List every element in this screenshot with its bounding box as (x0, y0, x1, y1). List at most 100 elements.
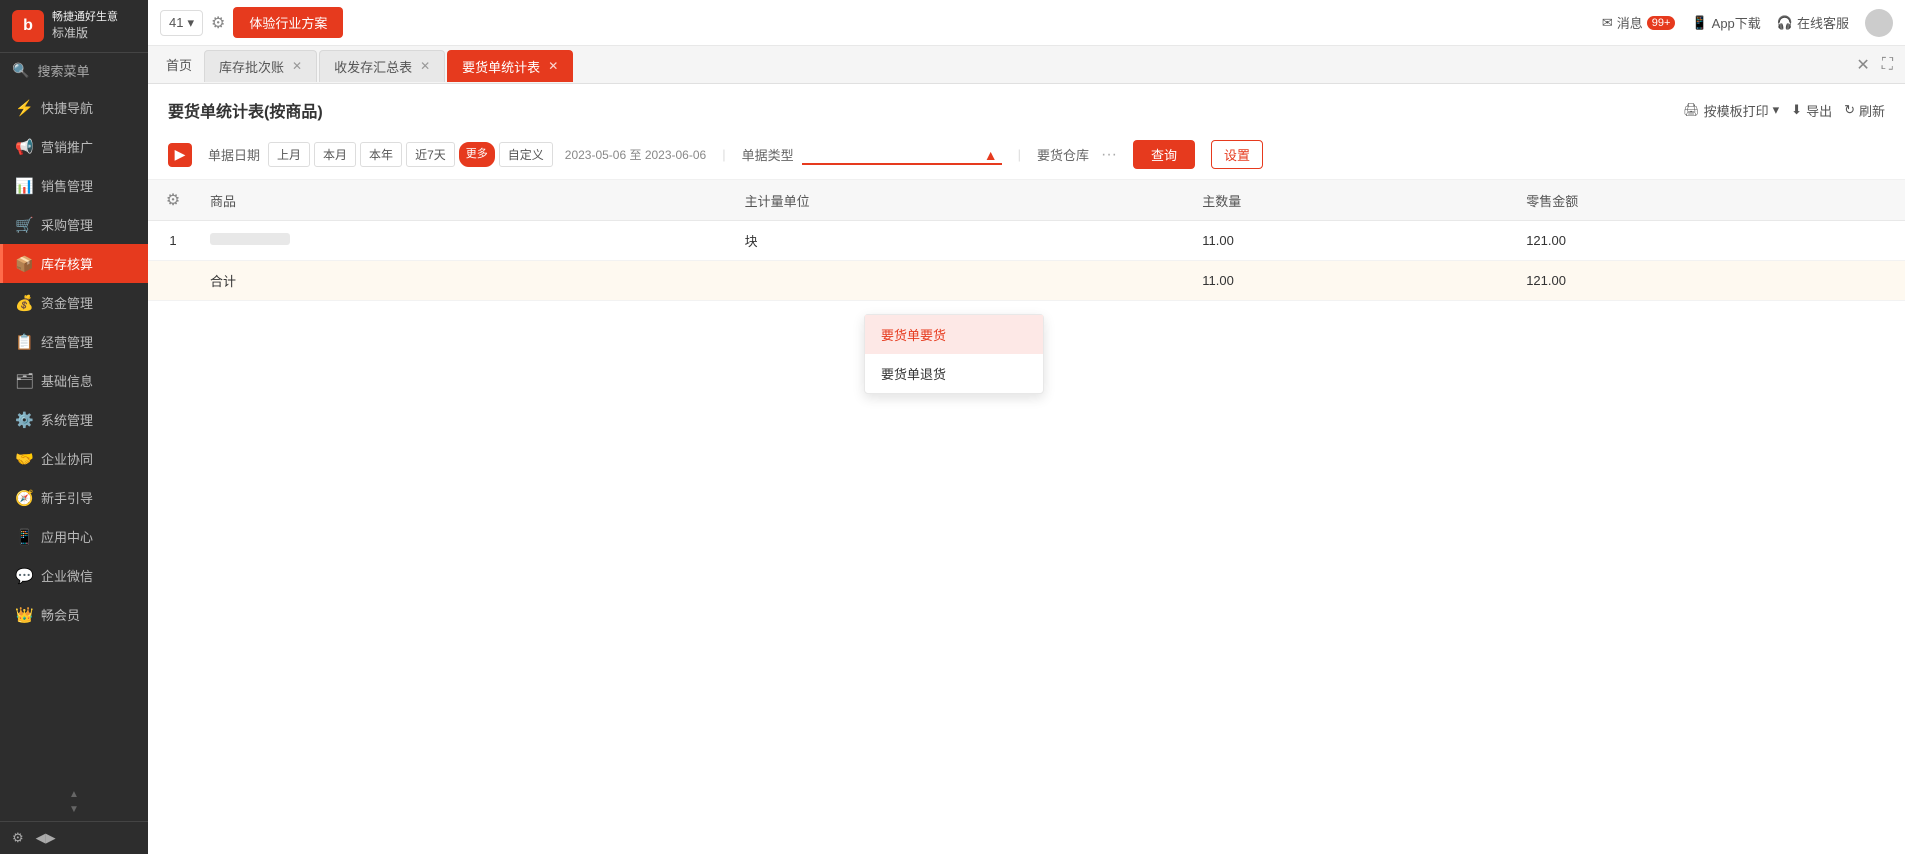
sidebar-item-operation[interactable]: 📋 经营管理 (0, 322, 148, 361)
scroll-up-arrow[interactable]: ▲ (69, 787, 79, 802)
settings-gear-icon[interactable]: ⚙ (211, 13, 225, 33)
collapse-sidebar-btn[interactable]: ◀▶ (36, 830, 56, 846)
dropdown-item-order-return[interactable]: 要货单退货 (865, 354, 1043, 393)
sidebar-item-marketing[interactable]: 📢 营销推广 (0, 127, 148, 166)
sidebar-item-appstore[interactable]: 📱 应用中心 (0, 517, 148, 556)
total-label: 合计 (198, 261, 733, 301)
date-btn-last-month[interactable]: 上月 (268, 142, 310, 167)
trial-button[interactable]: 体验行业方案 (233, 7, 343, 38)
search-icon: 🔍 (12, 62, 29, 79)
sidebar-item-basic[interactable]: 🗂 基础信息 (0, 361, 148, 400)
headset-icon: 🎧 (1777, 15, 1793, 31)
type-filter-label: 单据类型 (742, 145, 794, 164)
print-chevron-icon: ▾ (1773, 102, 1780, 118)
row-unit: 块 (733, 221, 1191, 261)
date-range-display: 2023-05-06 至 2023-06-06 (565, 146, 706, 163)
tab-maximize-btn[interactable]: ⛶ (1878, 54, 1897, 76)
date-btn-more[interactable]: 更多 (459, 142, 495, 167)
refresh-btn[interactable]: ↻ 刷新 (1844, 101, 1885, 120)
filter-settings-button[interactable]: 设置 (1211, 140, 1263, 169)
wechat-icon: 💬 (15, 567, 33, 585)
basic-icon: 🗂 (15, 372, 33, 390)
message-btn[interactable]: ✉ 消息 99+ (1602, 13, 1676, 32)
type-filter-input[interactable] (802, 144, 1002, 165)
sidebar-bottom: ⚙ ◀▶ (0, 821, 148, 854)
tabs-controls: ✕ ⛶ (1852, 53, 1897, 77)
topbar: 41 ▾ ⚙ 体验行业方案 ✉ 消息 99+ 📱 App下载 🎧 在线客服 (148, 0, 1905, 46)
marketing-icon: 📢 (15, 138, 33, 156)
message-icon: ✉ (1602, 15, 1613, 31)
user-avatar[interactable] (1865, 9, 1893, 37)
date-btn-this-month[interactable]: 本月 (314, 142, 356, 167)
tab-close-receive-summary[interactable]: ✕ (420, 59, 430, 73)
sidebar-item-quick-nav[interactable]: ⚡ 快捷导航 (0, 88, 148, 127)
total-quantity: 11.00 (1190, 261, 1514, 301)
dropdown-item-order-purchase[interactable]: 要货单要货 (865, 315, 1043, 354)
table-settings-icon[interactable]: ⚙ (166, 192, 180, 209)
print-btn[interactable]: 🖨 按模板打印 ▾ (1683, 101, 1779, 120)
scroll-down-arrow[interactable]: ▼ (69, 802, 79, 817)
content-area: 要货单统计表(按商品) 🖨 按模板打印 ▾ ⬇ 导出 ↻ 刷新 (148, 84, 1905, 854)
row-quantity: 11.00 (1190, 221, 1514, 261)
sidebar-item-inventory[interactable]: 📦 库存核算 (0, 244, 148, 283)
query-button[interactable]: 查询 (1133, 140, 1195, 169)
sidebar-item-sales[interactable]: 📊 销售管理 (0, 166, 148, 205)
sidebar-item-wechat[interactable]: 💬 企业微信 (0, 556, 148, 595)
system-icon: ⚙️ (15, 411, 33, 429)
inventory-icon: 📦 (15, 255, 33, 273)
export-icon: ⬇ (1791, 102, 1802, 118)
th-quantity: 主数量 (1190, 180, 1514, 221)
topbar-right: ✉ 消息 99+ 📱 App下载 🎧 在线客服 (1602, 9, 1893, 37)
sidebar-scroll-indicator: ▲ ▼ (0, 783, 148, 821)
sales-icon: 📊 (15, 177, 33, 195)
logo-text: 畅捷通好生意 标准版 (52, 10, 118, 42)
row-product (198, 221, 733, 261)
filter-divider-1: | (722, 147, 725, 162)
type-filter-arrow-up-icon[interactable]: ▲ (984, 147, 998, 163)
row-index: 1 (148, 221, 198, 261)
chevron-down-icon: ▾ (187, 15, 194, 31)
total-empty-1 (148, 261, 198, 301)
date-btn-7days[interactable]: 近7天 (406, 142, 455, 167)
filter-divider-2: | (1018, 147, 1021, 162)
sidebar: b 畅捷通好生意 标准版 🔍 搜索菜单 ⚡ 快捷导航 📢 营销推广 📊 销售管理… (0, 0, 148, 854)
tab-close-all-btn[interactable]: ✕ (1852, 53, 1873, 77)
date-filter-label: 单据日期 (208, 145, 260, 164)
th-product: 商品 (198, 180, 733, 221)
tab-home[interactable]: 首页 (156, 49, 202, 80)
sidebar-item-finance[interactable]: 💰 资金管理 (0, 283, 148, 322)
sidebar-search[interactable]: 🔍 搜索菜单 (0, 53, 148, 88)
sidebar-item-member[interactable]: 👑 畅会员 (0, 595, 148, 634)
main-area: 41 ▾ ⚙ 体验行业方案 ✉ 消息 99+ 📱 App下载 🎧 在线客服 (148, 0, 1905, 854)
th-amount: 零售金额 (1514, 180, 1905, 221)
app-download-btn[interactable]: 📱 App下载 (1691, 13, 1760, 32)
company-selector[interactable]: 41 ▾ (160, 10, 203, 36)
date-btn-this-year[interactable]: 本年 (360, 142, 402, 167)
sidebar-item-collab[interactable]: 🤝 企业协同 (0, 439, 148, 478)
sidebar-nav: ⚡ 快捷导航 📢 营销推广 📊 销售管理 🛒 采购管理 📦 库存核算 💰 资金管… (0, 88, 148, 783)
tab-close-inventory-batch[interactable]: ✕ (292, 59, 302, 73)
page-header: 要货单统计表(按商品) 🖨 按模板打印 ▾ ⬇ 导出 ↻ 刷新 (148, 84, 1905, 130)
warehouse-filter-label: 要货仓库 (1037, 145, 1089, 164)
settings-bottom-btn[interactable]: ⚙ (12, 830, 24, 846)
online-service-btn[interactable]: 🎧 在线客服 (1777, 13, 1849, 32)
expand-filter-btn[interactable]: ▶ (168, 143, 192, 167)
guide-icon: 🧭 (15, 489, 33, 507)
warehouse-more-icon[interactable]: ··· (1101, 146, 1117, 164)
tab-close-order-stats[interactable]: ✕ (548, 59, 558, 73)
product-placeholder (210, 233, 290, 245)
sidebar-item-guide[interactable]: 🧭 新手引导 (0, 478, 148, 517)
tab-receive-summary[interactable]: 收发存汇总表 ✕ (319, 50, 445, 82)
total-empty-2 (733, 261, 1191, 301)
content-inner: 要货单统计表(按商品) 🖨 按模板打印 ▾ ⬇ 导出 ↻ 刷新 (148, 84, 1905, 301)
sidebar-item-system[interactable]: ⚙️ 系统管理 (0, 400, 148, 439)
message-badge: 99+ (1647, 16, 1676, 30)
export-btn[interactable]: ⬇ 导出 (1791, 101, 1832, 120)
table-header: ⚙ 商品 主计量单位 主数量 零售金额 (148, 180, 1905, 221)
tab-order-stats[interactable]: 要货单统计表 ✕ (447, 50, 573, 82)
sidebar-item-purchase[interactable]: 🛒 采购管理 (0, 205, 148, 244)
table-footer: 合计 11.00 121.00 (148, 261, 1905, 301)
tab-inventory-batch[interactable]: 库存批次账 ✕ (204, 50, 317, 82)
date-btn-custom[interactable]: 自定义 (499, 142, 553, 167)
row-amount: 121.00 (1514, 221, 1905, 261)
